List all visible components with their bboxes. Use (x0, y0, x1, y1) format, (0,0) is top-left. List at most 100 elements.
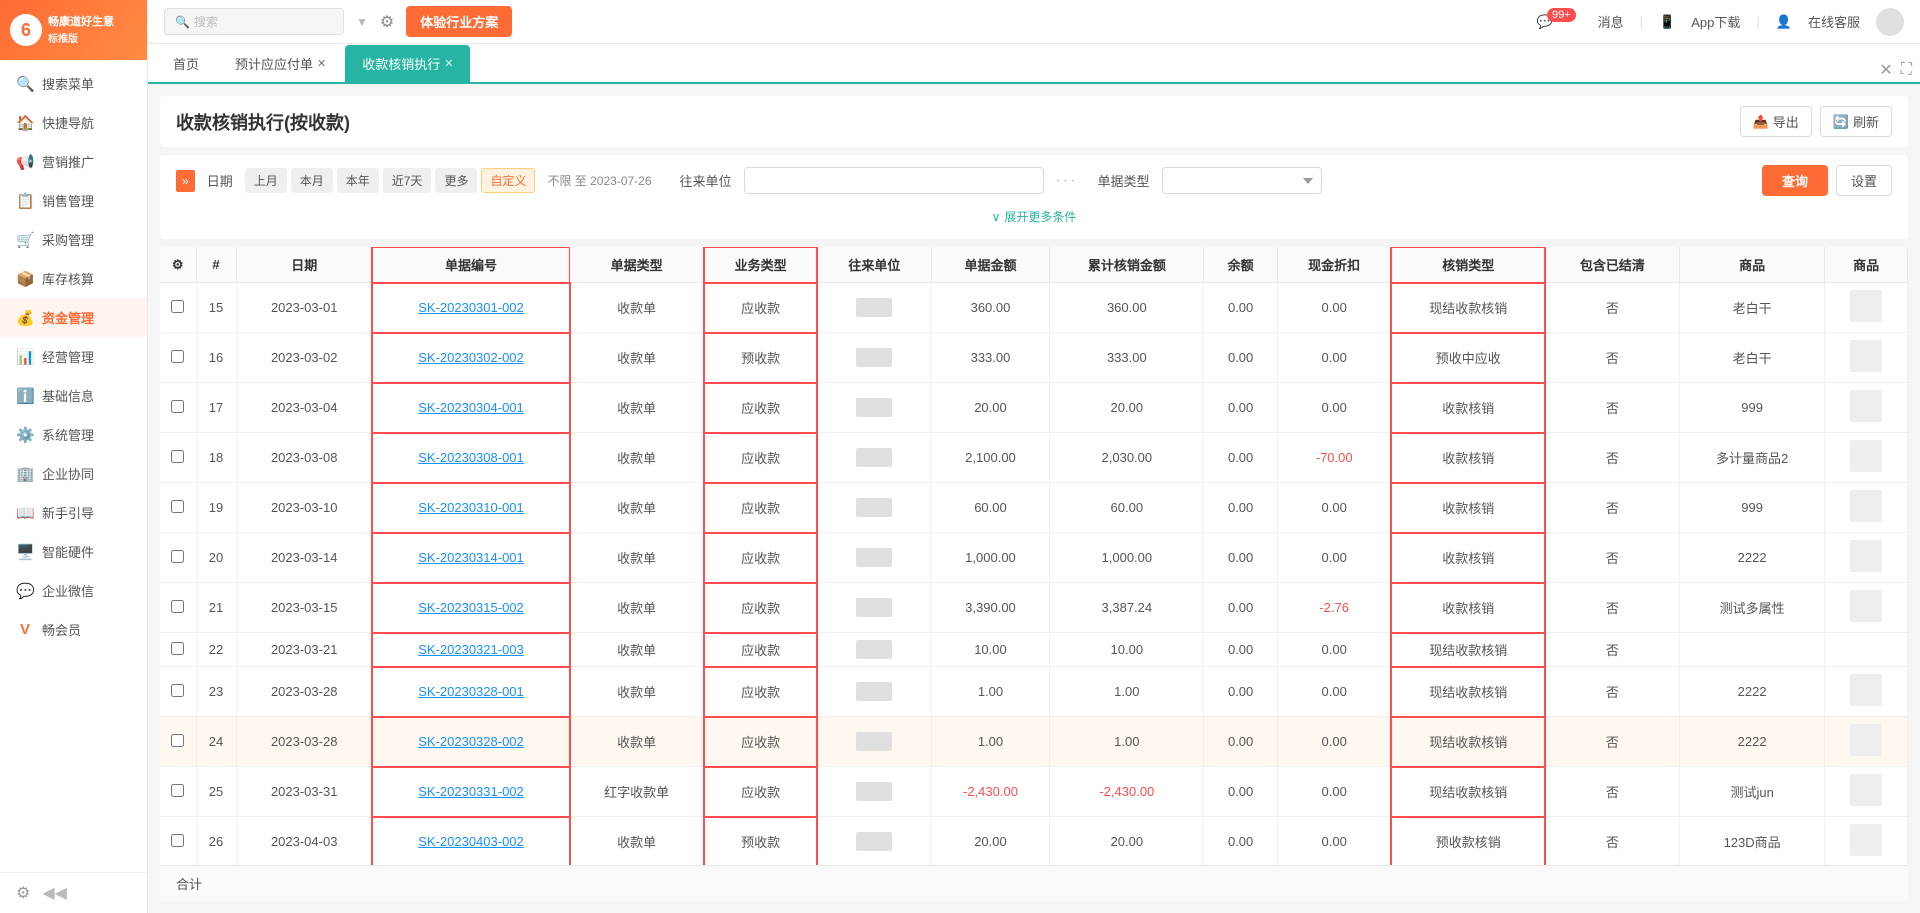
search-icon: 🔍 (175, 15, 190, 29)
bill-no-link[interactable]: SK-20230308-001 (418, 450, 524, 465)
col-settings[interactable] (160, 583, 196, 633)
table-row: 19 2023-03-10 SK-20230310-001 收款单 应收款 60… (160, 483, 1908, 533)
tab-prepay[interactable]: 预计应应付单 ✕ (218, 45, 343, 82)
col-cash-discount: 0.00 (1277, 667, 1391, 717)
sidebar-item-quicknav[interactable]: 🏠 快捷导航 (0, 103, 147, 142)
col-cash-discount: 0.00 (1277, 283, 1391, 333)
col-bill-no: SK-20230304-001 (372, 383, 569, 433)
col-settings[interactable] (160, 717, 196, 767)
col-bill-no: SK-20230315-002 (372, 583, 569, 633)
row-checkbox[interactable] (171, 642, 184, 655)
row-checkbox[interactable] (171, 734, 184, 747)
col-settings[interactable] (160, 433, 196, 483)
data-table: ⚙ # 日期 单据编号 单据类型 业务类型 往来单位 单据金额 累计核销金额 余… (160, 247, 1908, 865)
sidebar-item-newbie[interactable]: 📖 新手引导 (0, 493, 147, 532)
row-checkbox[interactable] (171, 684, 184, 697)
filter-expand-button[interactable]: » (176, 170, 195, 192)
col-settings[interactable] (160, 817, 196, 866)
row-checkbox[interactable] (171, 500, 184, 513)
dropdown-arrow-icon[interactable]: ▼ (356, 15, 368, 29)
expand-tab-icon[interactable]: ⛶ (1901, 61, 1912, 79)
row-checkbox[interactable] (171, 600, 184, 613)
col-settings[interactable] (160, 283, 196, 333)
filter-bill-type-select[interactable]: 收款单 红字收款单 (1162, 167, 1322, 194)
sidebar-item-member[interactable]: V 畅会员 (0, 610, 147, 649)
row-checkbox[interactable] (171, 550, 184, 563)
col-verify-type: 现结收款核销 (1391, 717, 1545, 767)
tab-prepay-close-icon[interactable]: ✕ (317, 57, 326, 70)
col-verify-type: 收款核销 (1391, 483, 1545, 533)
filter-custom-btn[interactable]: 自定义 (481, 168, 535, 193)
col-settings-header[interactable]: ⚙ (160, 247, 196, 283)
table-row: 21 2023-03-15 SK-20230315-002 收款单 应收款 3,… (160, 583, 1908, 633)
sidebar-item-finance[interactable]: 💰 资金管理 (0, 298, 147, 337)
sidebar-item-hardware[interactable]: 🖥️ 智能硬件 (0, 532, 147, 571)
sidebar-item-system[interactable]: ⚙️ 系统管理 (0, 415, 147, 454)
filter-more-btn[interactable]: 更多 (435, 168, 477, 193)
settings-gear-icon[interactable]: ⚙ (16, 883, 30, 903)
sidebar-item-inventory[interactable]: 📦 库存核算 (0, 259, 147, 298)
sidebar-item-marketing[interactable]: 📢 营销推广 (0, 142, 147, 181)
col-partner (817, 283, 931, 333)
row-checkbox[interactable] (171, 784, 184, 797)
filter-expand-row[interactable]: ∨ 展开更多条件 (176, 204, 1892, 229)
col-settings[interactable] (160, 667, 196, 717)
app-download-label[interactable]: App下载 (1691, 12, 1740, 31)
sidebar-item-label: 搜索菜单 (42, 74, 94, 93)
gear-icon[interactable]: ⚙ (380, 12, 394, 32)
sidebar-item-sales[interactable]: 📋 销售管理 (0, 181, 147, 220)
col-settings[interactable] (160, 333, 196, 383)
close-all-icon[interactable]: ✕ (1879, 60, 1892, 80)
row-checkbox[interactable] (171, 400, 184, 413)
bill-no-link[interactable]: SK-20230403-002 (418, 834, 524, 849)
bill-no-link[interactable]: SK-20230321-003 (418, 642, 524, 657)
col-bill-amount: 1.00 (931, 667, 1049, 717)
industry-solution-button[interactable]: 体验行业方案 (406, 6, 512, 37)
col-include-settled: 否 (1545, 433, 1679, 483)
setting-button[interactable]: 设置 (1836, 165, 1892, 196)
collapse-icon[interactable]: ◀◀ (42, 883, 67, 903)
sidebar-item-purchase[interactable]: 🛒 采购管理 (0, 220, 147, 259)
filter-partner-input[interactable] (744, 167, 1044, 194)
refresh-button[interactable]: 🔄 刷新 (1820, 106, 1892, 137)
col-include-settled: 否 (1545, 283, 1679, 333)
bill-no-link[interactable]: SK-20230328-001 (418, 684, 524, 699)
bill-no-link[interactable]: SK-20230314-001 (418, 550, 524, 565)
bill-no-link[interactable]: SK-20230301-002 (418, 300, 524, 315)
bill-no-link[interactable]: SK-20230302-002 (418, 350, 524, 365)
bill-no-link[interactable]: SK-20230328-002 (418, 734, 524, 749)
filter-this-month-btn[interactable]: 本月 (291, 168, 333, 193)
row-checkbox[interactable] (171, 350, 184, 363)
col-settings[interactable] (160, 767, 196, 817)
export-button[interactable]: 📤 导出 (1740, 106, 1812, 137)
bill-no-link[interactable]: SK-20230315-002 (418, 600, 524, 615)
row-checkbox[interactable] (171, 300, 184, 313)
col-cash-discount: 0.00 (1277, 383, 1391, 433)
query-button[interactable]: 查询 (1762, 165, 1828, 196)
tab-receipt[interactable]: 收款核销执行 ✕ (345, 45, 470, 82)
sidebar-item-label: 企业协同 (42, 464, 94, 483)
bill-no-link[interactable]: SK-20230310-001 (418, 500, 524, 515)
row-checkbox[interactable] (171, 450, 184, 463)
col-settings[interactable] (160, 383, 196, 433)
sidebar-item-corp[interactable]: 🏢 企业协同 (0, 454, 147, 493)
sidebar-item-operation[interactable]: 📊 经营管理 (0, 337, 147, 376)
bill-no-link[interactable]: SK-20230331-002 (418, 784, 524, 799)
col-settings[interactable] (160, 533, 196, 583)
sidebar-item-search[interactable]: 🔍 搜索菜单 (0, 64, 147, 103)
col-settings[interactable] (160, 483, 196, 533)
filter-7days-btn[interactable]: 近7天 (383, 168, 432, 193)
row-checkbox[interactable] (171, 834, 184, 847)
user-avatar[interactable] (1876, 8, 1904, 36)
col-settings[interactable] (160, 633, 196, 667)
tab-home[interactable]: 首页 (156, 45, 216, 82)
message-icon[interactable]: 💬99+ (1537, 14, 1582, 30)
table-scroll[interactable]: ⚙ # 日期 单据编号 单据类型 业务类型 往来单位 单据金额 累计核销金额 余… (160, 247, 1908, 865)
filter-this-year-btn[interactable]: 本年 (337, 168, 379, 193)
sidebar-item-wechat[interactable]: 💬 企业微信 (0, 571, 147, 610)
tab-receipt-close-icon[interactable]: ✕ (444, 57, 453, 70)
online-service-label[interactable]: 在线客服 (1808, 12, 1860, 31)
sidebar-item-basic[interactable]: ℹ️ 基础信息 (0, 376, 147, 415)
filter-last-month-btn[interactable]: 上月 (245, 168, 287, 193)
bill-no-link[interactable]: SK-20230304-001 (418, 400, 524, 415)
